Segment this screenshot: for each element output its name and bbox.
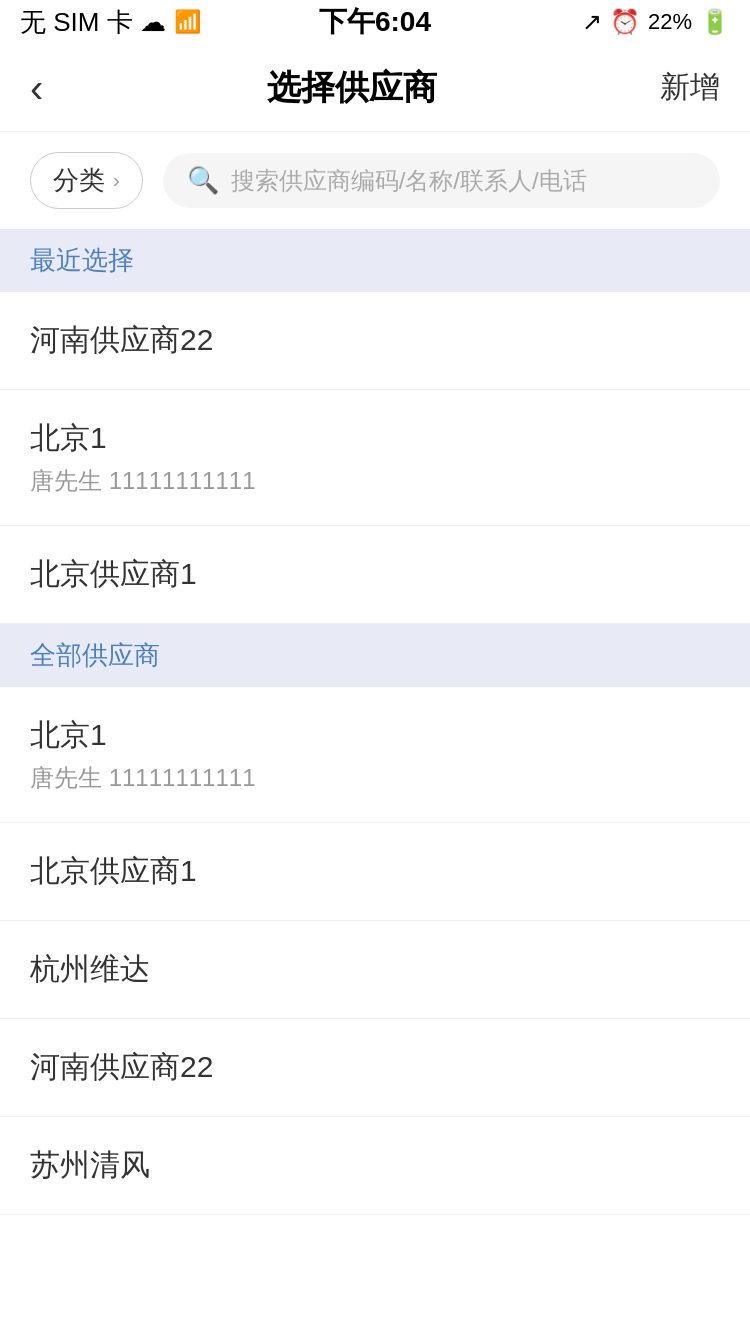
category-label: 分类 <box>53 163 105 198</box>
item-name: 北京1 <box>30 418 720 459</box>
item-detail: 唐先生 11111111111 <box>30 762 720 794</box>
item-name: 苏州清风 <box>30 1145 720 1186</box>
recent-section-header: 最近选择 <box>0 229 750 292</box>
item-name: 河南供应商22 <box>30 1047 720 1088</box>
search-input[interactable] <box>231 167 696 195</box>
battery-text: 22% <box>648 9 692 35</box>
search-box[interactable]: 🔍 <box>163 153 720 208</box>
all-section-header: 全部供应商 <box>0 624 750 687</box>
list-item[interactable]: 河南供应商22 <box>0 292 750 390</box>
list-item[interactable]: 杭州维达 <box>0 921 750 1019</box>
filter-bar: 分类 › 🔍 <box>0 132 750 229</box>
list-item[interactable]: 北京1 唐先生 11111111111 <box>0 687 750 823</box>
location-icon: ↗ <box>582 8 602 36</box>
add-button[interactable]: 新增 <box>660 67 720 108</box>
item-detail: 唐先生 11111111111 <box>30 465 720 497</box>
battery-icon: 🔋 <box>700 8 730 36</box>
list-item[interactable]: 北京供应商1 <box>0 526 750 624</box>
sim-text: 无 SIM 卡 ☁ <box>20 5 166 40</box>
recent-section-label: 最近选择 <box>30 245 134 275</box>
status-left: 无 SIM 卡 ☁ 📶 <box>20 5 201 40</box>
recent-list: 河南供应商22 北京1 唐先生 11111111111 北京供应商1 <box>0 292 750 624</box>
back-button[interactable]: ‹ <box>30 68 43 108</box>
nav-bar: ‹ 选择供应商 新增 <box>0 44 750 132</box>
category-button[interactable]: 分类 › <box>30 152 143 209</box>
all-list: 北京1 唐先生 11111111111 北京供应商1 杭州维达河南供应商22 苏州清风 <box>0 687 750 1215</box>
status-bar: 无 SIM 卡 ☁ 📶 下午6:04 ↗ ⏰ 22% 🔋 <box>0 0 750 44</box>
status-right: ↗ ⏰ 22% 🔋 <box>582 8 730 36</box>
item-name: 北京供应商1 <box>30 554 720 595</box>
item-name: 河南供应商22 <box>30 320 720 361</box>
alarm-icon: ⏰ <box>610 8 640 36</box>
list-item[interactable]: 河南供应商22 <box>0 1019 750 1117</box>
list-item[interactable]: 苏州清风 <box>0 1117 750 1215</box>
list-item[interactable]: 北京供应商1 <box>0 823 750 921</box>
item-name: 北京1 <box>30 715 720 756</box>
item-name: 杭州维达 <box>30 949 720 990</box>
page-title: 选择供应商 <box>267 65 437 111</box>
wifi-icon: 📶 <box>174 9 201 35</box>
item-name: 北京供应商1 <box>30 851 720 892</box>
status-time: 下午6:04 <box>319 3 431 41</box>
all-section-label: 全部供应商 <box>30 640 160 670</box>
search-icon: 🔍 <box>187 165 219 196</box>
list-item[interactable]: 北京1 唐先生 11111111111 <box>0 390 750 526</box>
chevron-right-icon: › <box>113 169 120 192</box>
